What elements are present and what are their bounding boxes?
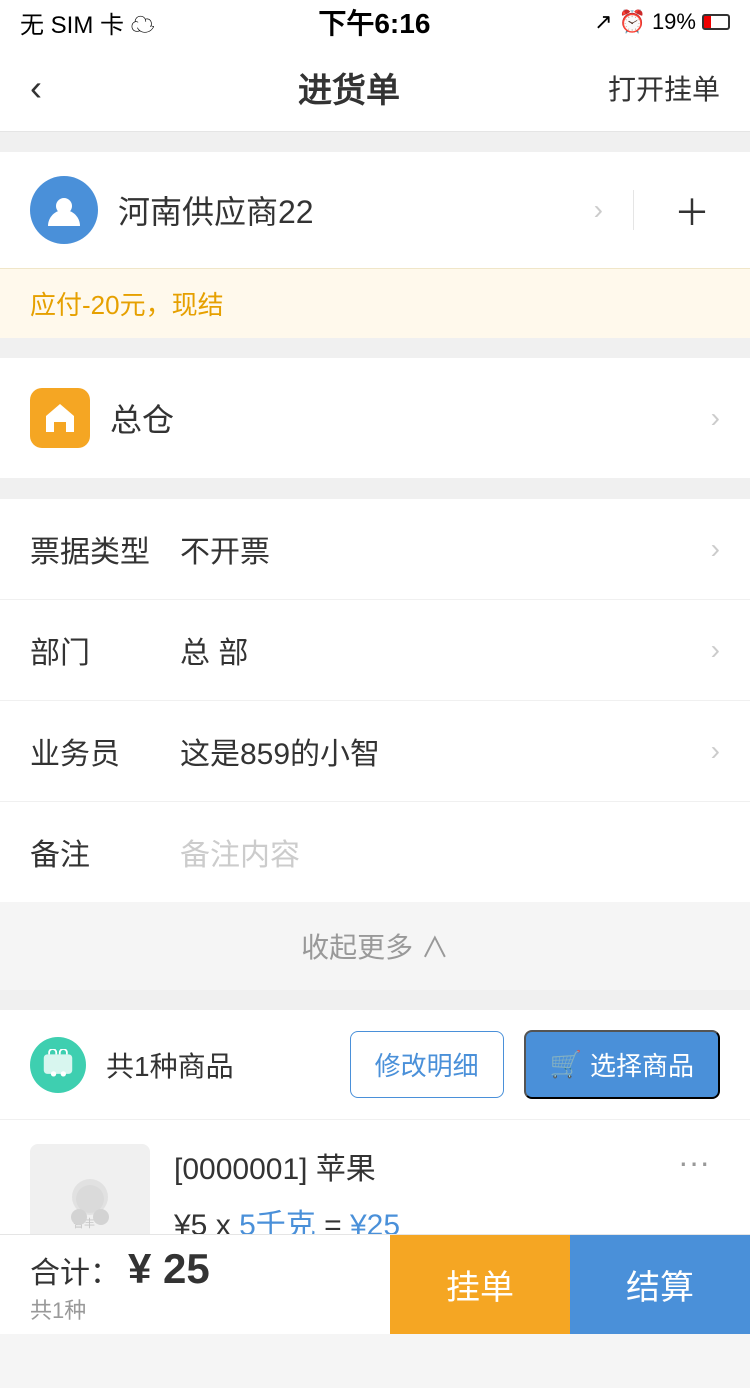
alarm-icon: ⏰ — [619, 9, 646, 35]
open-hang-button[interactable]: 打开挂单 — [608, 68, 720, 108]
select-product-icon: 🛒 — [550, 1049, 582, 1080]
remark-row[interactable]: 备注 备注内容 — [0, 801, 750, 902]
product-code: [0000001] — [174, 1153, 307, 1186]
warehouse-icon — [30, 388, 90, 448]
total-label: 合计： — [30, 1248, 120, 1292]
hang-button[interactable]: 挂单 — [390, 1235, 570, 1334]
salesperson-label: 业务员 — [30, 729, 150, 773]
product-name: [0000001] 苹果 — [174, 1144, 644, 1188]
nav-bar: ‹ 进货单 打开挂单 — [0, 44, 750, 132]
salesperson-value: 这是859的小智 — [150, 729, 711, 773]
department-label: 部门 — [30, 628, 150, 672]
status-bar: 无 SIM 卡 ☁ 下午6:16 ↗ ⏰ 19% — [0, 0, 750, 44]
salesperson-row[interactable]: 业务员 这是859的小智 › — [0, 700, 750, 801]
warehouse-section: 总仓 › — [0, 358, 750, 478]
status-right: ↗ ⏰ 19% — [594, 9, 730, 35]
department-chevron-icon: › — [711, 634, 720, 666]
warehouse-row[interactable]: 总仓 › — [0, 358, 750, 478]
total-sub: 共1种 — [30, 1293, 360, 1325]
status-left: 无 SIM 卡 ☁ — [20, 5, 155, 40]
sim-label: 无 SIM 卡 ☁ — [20, 5, 155, 40]
product-title: 苹果 — [316, 1153, 376, 1186]
remark-label: 备注 — [30, 830, 150, 874]
supplier-name: 河南供应商22 — [118, 187, 594, 233]
department-row[interactable]: 部门 总 部 › — [0, 599, 750, 700]
supplier-actions: › ＋ — [594, 184, 720, 236]
warehouse-label: 总仓 — [110, 395, 711, 441]
products-cart-icon — [30, 1037, 86, 1093]
battery-icon — [702, 14, 730, 30]
back-button[interactable]: ‹ — [30, 67, 90, 109]
edit-detail-button[interactable]: 修改明细 — [350, 1031, 504, 1098]
checkout-button[interactable]: 结算 — [570, 1235, 750, 1334]
location-icon: ↗ — [594, 9, 612, 35]
supplier-chevron-icon: › — [594, 194, 603, 226]
total-main: 合计： ¥ 25 — [30, 1245, 360, 1293]
add-supplier-button[interactable]: ＋ — [664, 184, 720, 236]
invoice-type-value: 不开票 — [150, 527, 711, 571]
total-section: 合计： ¥ 25 共1种 — [0, 1235, 390, 1334]
supplier-row[interactable]: 河南供应商22 › ＋ — [0, 152, 750, 268]
invoice-type-chevron-icon: › — [711, 533, 720, 565]
supplier-section: 河南供应商22 › ＋ 应付-20元，现结 — [0, 152, 750, 338]
vertical-divider — [633, 190, 634, 230]
divider-1 — [0, 132, 750, 152]
notice-bar: 应付-20元，现结 — [0, 268, 750, 338]
page-title: 进货单 — [298, 63, 400, 112]
fields-section: 票据类型 不开票 › 部门 总 部 › 业务员 这是859的小智 › 备注 备注… — [0, 498, 750, 902]
warehouse-chevron-icon: › — [711, 402, 720, 434]
products-header: 共1种商品 修改明细 🛒 选择商品 — [0, 990, 750, 1119]
products-count-label: 共1种商品 — [106, 1045, 330, 1085]
divider-2 — [0, 338, 750, 358]
collapse-label: 收起更多 ∧ — [301, 926, 449, 966]
battery-label: 19% — [652, 9, 696, 35]
select-product-button[interactable]: 🛒 选择商品 — [524, 1030, 720, 1099]
select-product-label: 选择商品 — [590, 1046, 694, 1083]
total-amount: ¥ 25 — [128, 1245, 210, 1293]
product-info: [0000001] 苹果 ¥5 x 5千克 = ¥25 — [174, 1144, 644, 1244]
department-value: 总 部 — [150, 628, 711, 672]
invoice-type-row[interactable]: 票据类型 不开票 › — [0, 498, 750, 599]
product-more-button[interactable]: ··· — [668, 1144, 720, 1181]
supplier-avatar — [30, 176, 98, 244]
status-time: 下午6:16 — [318, 2, 430, 42]
divider-3 — [0, 478, 750, 498]
invoice-type-label: 票据类型 — [30, 527, 150, 571]
salesperson-chevron-icon: › — [711, 735, 720, 767]
bottom-bar: 合计： ¥ 25 共1种 挂单 结算 — [0, 1234, 750, 1334]
remark-input[interactable]: 备注内容 — [150, 830, 720, 874]
collapse-row[interactable]: 收起更多 ∧ — [0, 902, 750, 990]
